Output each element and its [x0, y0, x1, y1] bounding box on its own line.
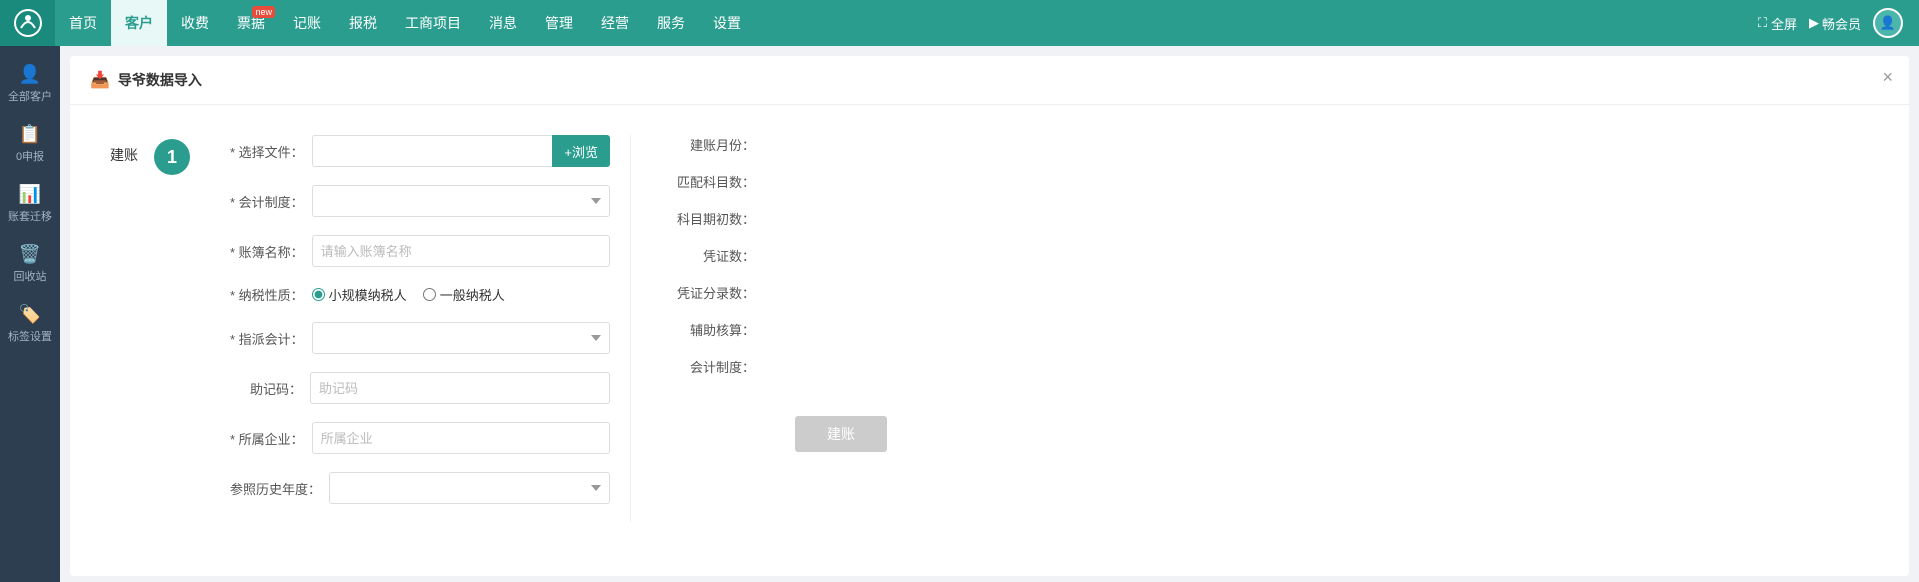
tax-small-radio[interactable] [312, 288, 325, 301]
match-label: 匹配科目数： [671, 172, 755, 191]
accountant-label: * 指派会计： [230, 329, 304, 348]
memo-input[interactable] [310, 372, 610, 404]
panel-title: 导爷数据导入 [118, 70, 202, 90]
sidebar-item-recycle[interactable]: 🗑️ 回收站 [0, 234, 60, 294]
history-select[interactable] [329, 472, 610, 504]
logo[interactable] [0, 0, 55, 46]
nav-item-fee[interactable]: 收费 [167, 0, 223, 46]
fullscreen-button[interactable]: ⛶ 全屏 [1758, 14, 1797, 33]
ledger-input[interactable] [312, 235, 610, 267]
match-row: 匹配科目数： [671, 172, 1011, 191]
nav-item-bookkeeping[interactable]: 记账 [279, 0, 335, 46]
tax-general-label[interactable]: 一般纳税人 [423, 285, 505, 304]
accountant-row: * 指派会计： [230, 322, 610, 354]
close-button[interactable]: × [1882, 68, 1893, 86]
tax-general-radio[interactable] [423, 288, 436, 301]
tax-small-label[interactable]: 小规模纳税人 [312, 285, 407, 304]
file-row: * 选择文件： +浏览 [230, 135, 610, 167]
company-row: * 所属企业： [230, 422, 610, 454]
main-area: 📥 导爷数据导入 × 建账 1 * 选择文件： +浏览 [60, 46, 1919, 582]
company-label: * 所属企业： [230, 429, 304, 448]
import-panel: 📥 导爷数据导入 × 建账 1 * 选择文件： +浏览 [70, 56, 1909, 576]
month-row: 建账月份： [671, 135, 1011, 154]
acc-system-row: 会计制度： [671, 357, 1011, 376]
aux-label: 辅助核算： [671, 320, 755, 339]
form-left: * 选择文件： +浏览 * 会计制度： * 账簿名称： [230, 135, 610, 522]
tax-radio-group: 小规模纳税人 一般纳税人 [312, 285, 610, 304]
form-body: 建账 1 * 选择文件： +浏览 * 会计制度： [70, 105, 1909, 552]
ledger-row: * 账簿名称： [230, 235, 610, 267]
tags-icon: 🏷️ [19, 304, 41, 325]
new-badge: new [252, 6, 275, 18]
avatar[interactable]: 👤 [1873, 8, 1903, 38]
avatar-icon: 👤 [1880, 15, 1896, 31]
step-badge: 1 [154, 139, 190, 175]
sidebar-item-tags[interactable]: 🏷️ 标签设置 [0, 294, 60, 354]
accounting-row: * 会计制度： [230, 185, 610, 217]
nav-item-home[interactable]: 首页 [55, 0, 111, 46]
import-icon: 📥 [90, 70, 110, 90]
sidebar-item-migration[interactable]: 📊 账套迁移 [0, 174, 60, 234]
voucher-entry-row: 凭证分录数： [671, 283, 1011, 302]
aux-row: 辅助核算： [671, 320, 1011, 339]
browse-button[interactable]: +浏览 [552, 135, 610, 167]
nav-item-service[interactable]: 服务 [643, 0, 699, 46]
period-row: 科目期初数： [671, 209, 1011, 228]
step-label-text: 建账 [110, 145, 138, 165]
build-button[interactable]: 建账 [795, 416, 887, 452]
accounting-label: * 会计制度： [230, 192, 304, 211]
fullscreen-icon: ⛶ [1758, 15, 1767, 31]
nav-item-message[interactable]: 消息 [475, 0, 531, 46]
tax-general-text: 一般纳税人 [440, 285, 505, 304]
panel-header: 📥 导爷数据导入 [70, 56, 1909, 105]
ledger-label: * 账簿名称： [230, 242, 304, 261]
nav-right: ⛶ 全屏 ▶ 畅会员 👤 [1758, 8, 1919, 38]
file-label: * 选择文件： [230, 142, 304, 161]
nav-items: 首页 客户 收费 票据 new 记账 报税 工商项目 消息 管理 经营 服务 设… [55, 0, 1758, 46]
vertical-divider [630, 135, 631, 522]
file-input-wrap: +浏览 [312, 135, 610, 167]
nav-item-business[interactable]: 工商项目 [391, 0, 475, 46]
migration-icon: 📊 [19, 184, 41, 205]
tax-row: * 纳税性质： 小规模纳税人 一般纳税人 [230, 285, 610, 304]
memo-row: 助记码： [230, 372, 610, 404]
month-label: 建账月份： [671, 135, 755, 154]
vip-icon: ▶ [1809, 15, 1819, 31]
nav-item-manage[interactable]: 管理 [531, 0, 587, 46]
voucher-label: 凭证数： [671, 246, 755, 265]
step-section: 建账 1 [110, 135, 190, 522]
declaration-icon: 📋 [19, 124, 41, 145]
tax-label: * 纳税性质： [230, 285, 304, 304]
top-navigation: 首页 客户 收费 票据 new 记账 报税 工商项目 消息 管理 经营 服务 设… [0, 0, 1919, 46]
sidebar: 👤 全部客户 📋 0申报 📊 账套迁移 🗑️ 回收站 🏷️ 标签设置 [0, 46, 60, 582]
company-input[interactable] [312, 422, 610, 454]
acc-system-label: 会计制度： [671, 357, 755, 376]
vip-button[interactable]: ▶ 畅会员 [1809, 14, 1861, 33]
accountant-select[interactable] [312, 322, 610, 354]
voucher-entry-label: 凭证分录数： [671, 283, 755, 302]
nav-item-operation[interactable]: 经营 [587, 0, 643, 46]
history-label: 参照历史年度： [230, 479, 321, 498]
file-input[interactable] [312, 135, 553, 167]
nav-item-invoice[interactable]: 票据 new [223, 0, 279, 46]
period-label: 科目期初数： [671, 209, 755, 228]
recycle-icon: 🗑️ [19, 244, 41, 265]
sidebar-item-all-customers[interactable]: 👤 全部客户 [0, 54, 60, 114]
nav-item-tax[interactable]: 报税 [335, 0, 391, 46]
all-customers-icon: 👤 [19, 64, 41, 85]
tax-small-text: 小规模纳税人 [329, 285, 407, 304]
voucher-row: 凭证数： [671, 246, 1011, 265]
sidebar-item-declaration[interactable]: 📋 0申报 [0, 114, 60, 174]
accounting-select[interactable] [312, 185, 610, 217]
nav-item-customer[interactable]: 客户 [111, 0, 167, 46]
memo-label: 助记码： [230, 379, 302, 398]
form-right: 建账月份： 匹配科目数： 科目期初数： 凭证数： 凭证分录数： [671, 135, 1011, 522]
history-row: 参照历史年度： [230, 472, 610, 504]
nav-item-settings[interactable]: 设置 [699, 0, 755, 46]
